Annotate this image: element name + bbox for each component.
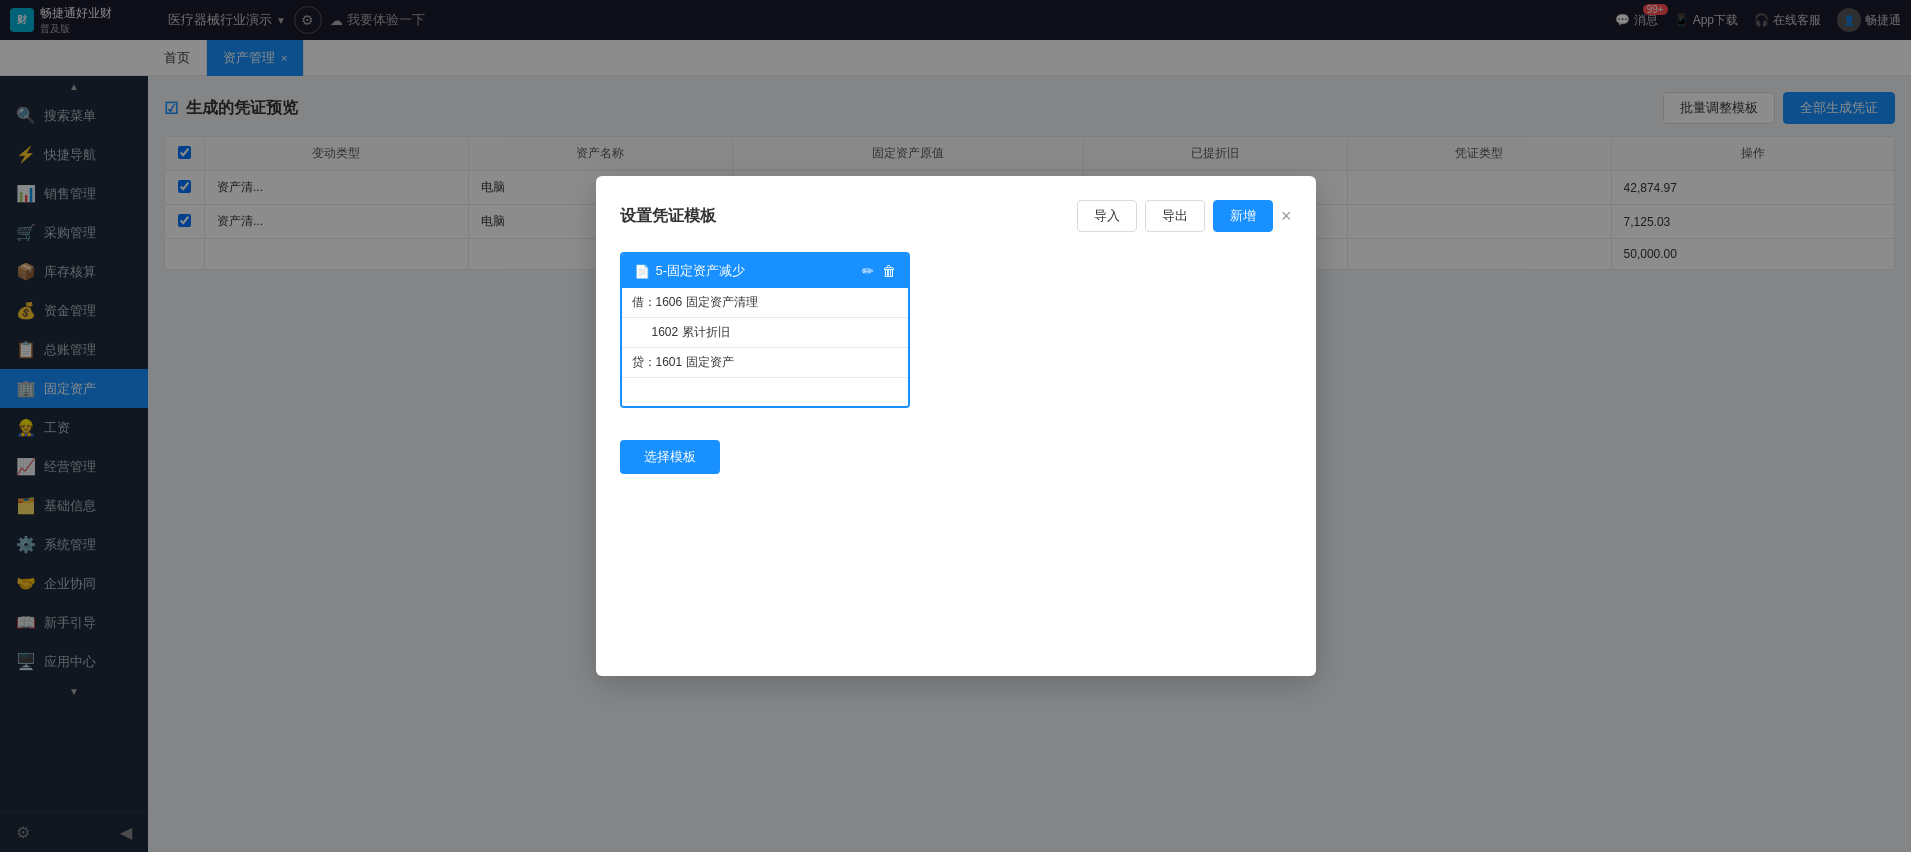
entry-col2 [846, 288, 877, 318]
template-entry-debit-2: 1602 累计折旧 [622, 318, 908, 348]
modal-header: 设置凭证模板 导入 导出 新增 × [620, 200, 1292, 232]
entry-debit-label-1: 借：1606 固定资产清理 [622, 288, 847, 318]
entry-col2-3 [846, 348, 877, 378]
entry-empty [622, 378, 847, 406]
export-button[interactable]: 导出 [1145, 200, 1205, 232]
modal: 设置凭证模板 导入 导出 新增 × 📄 5-固定资产减少 ✏ [596, 176, 1316, 676]
modal-close-icon[interactable]: × [1281, 207, 1292, 225]
entry-empty-3 [877, 378, 908, 406]
select-template-button[interactable]: 选择模板 [620, 440, 720, 474]
template-id-name: 5-固定资产减少 [656, 262, 746, 280]
modal-header-right: 导入 导出 新增 × [1077, 200, 1292, 232]
modal-actions: 导入 导出 新增 [1077, 200, 1273, 232]
template-edit-icon[interactable]: ✏ [862, 263, 874, 279]
template-entry-credit-1: 贷：1601 固定资产 [622, 348, 908, 378]
template-file-icon: 📄 [634, 264, 650, 279]
template-entries-table: 借：1606 固定资产清理 1602 累计折旧 贷：1601 固定资产 [622, 288, 908, 406]
entry-empty-2 [846, 378, 877, 406]
import-button[interactable]: 导入 [1077, 200, 1137, 232]
modal-body: 📄 5-固定资产减少 ✏ 🗑 借：1606 固定资产清理 [620, 252, 1292, 474]
template-card-header: 📄 5-固定资产减少 ✏ 🗑 [622, 254, 908, 288]
entry-col3-3 [877, 348, 908, 378]
new-button[interactable]: 新增 [1213, 200, 1273, 232]
template-delete-icon[interactable]: 🗑 [882, 263, 896, 279]
entry-col3-2 [877, 318, 908, 348]
template-card-body: 借：1606 固定资产清理 1602 累计折旧 贷：1601 固定资产 [622, 288, 908, 406]
entry-credit-label-1: 贷：1601 固定资产 [622, 348, 847, 378]
template-card: 📄 5-固定资产减少 ✏ 🗑 借：1606 固定资产清理 [620, 252, 910, 408]
entry-col3 [877, 288, 908, 318]
template-card-actions: ✏ 🗑 [862, 263, 896, 279]
template-card-title: 📄 5-固定资产减少 [634, 262, 746, 280]
template-entry-empty [622, 378, 908, 406]
modal-title: 设置凭证模板 [620, 206, 716, 227]
modal-overlay: 设置凭证模板 导入 导出 新增 × 📄 5-固定资产减少 ✏ [0, 0, 1911, 852]
entry-col2-2 [846, 318, 877, 348]
entry-debit-label-2: 1602 累计折旧 [622, 318, 847, 348]
template-entry-debit-1: 借：1606 固定资产清理 [622, 288, 908, 318]
select-template-wrapper: 选择模板 [620, 424, 1292, 474]
